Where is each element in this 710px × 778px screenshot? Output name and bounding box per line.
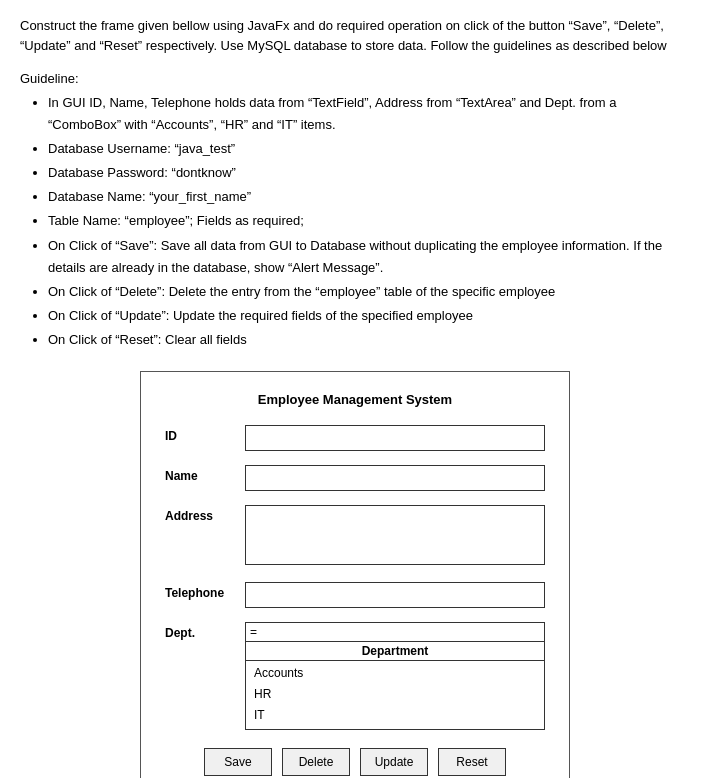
name-input[interactable] (245, 465, 545, 491)
address-field (245, 505, 545, 568)
guidelines-list: In GUI ID, Name, Telephone holds data fr… (20, 92, 690, 351)
list-item: Database Name: “your_first_name” (48, 186, 690, 208)
dept-field: = Department Accounts HR IT (245, 622, 545, 730)
guideline-section: Guideline: In GUI ID, Name, Telephone ho… (20, 71, 690, 351)
intro-text: Construct the frame given bellow using J… (20, 16, 690, 55)
list-item: Table Name: “employee”; Fields as requir… (48, 210, 690, 232)
dept-option-hr[interactable]: HR (246, 684, 544, 705)
list-item: On Click of “Update”: Update the require… (48, 305, 690, 327)
telephone-field (245, 582, 545, 608)
name-field (245, 465, 545, 491)
dept-department-header: Department (246, 642, 544, 661)
save-button[interactable]: Save (204, 748, 272, 776)
id-input[interactable] (245, 425, 545, 451)
address-row: Address (165, 505, 545, 568)
update-button[interactable]: Update (360, 748, 428, 776)
name-label: Name (165, 465, 245, 483)
dept-combobox[interactable]: = Department Accounts HR IT (245, 622, 545, 730)
dept-row: Dept. = Department Accounts HR IT (165, 622, 545, 730)
dept-selected-value[interactable]: = (246, 623, 544, 642)
delete-button[interactable]: Delete (282, 748, 350, 776)
guideline-title: Guideline: (20, 71, 690, 86)
form-container: Employee Management System ID Name Addre… (140, 371, 570, 778)
name-row: Name (165, 465, 545, 491)
address-textarea[interactable] (245, 505, 545, 565)
list-item: Database Password: “dontknow” (48, 162, 690, 184)
list-item: On Click of “Delete”: Delete the entry f… (48, 281, 690, 303)
id-row: ID (165, 425, 545, 451)
address-label: Address (165, 505, 245, 523)
dept-option-it[interactable]: IT (246, 705, 544, 726)
id-field (245, 425, 545, 451)
dept-dropdown: Accounts HR IT (246, 661, 544, 729)
list-item: On Click of “Save”: Save all data from G… (48, 235, 690, 279)
id-label: ID (165, 425, 245, 443)
dept-label: Dept. (165, 622, 245, 640)
telephone-label: Telephone (165, 582, 245, 600)
equals-icon: = (250, 625, 257, 639)
reset-button[interactable]: Reset (438, 748, 506, 776)
list-item: On Click of “Reset”: Clear all fields (48, 329, 690, 351)
form-title: Employee Management System (165, 392, 545, 407)
list-item: Database Username: “java_test” (48, 138, 690, 160)
list-item: In GUI ID, Name, Telephone holds data fr… (48, 92, 690, 136)
dept-option-accounts[interactable]: Accounts (246, 663, 544, 684)
telephone-row: Telephone (165, 582, 545, 608)
button-row: Save Delete Update Reset (165, 748, 545, 776)
telephone-input[interactable] (245, 582, 545, 608)
